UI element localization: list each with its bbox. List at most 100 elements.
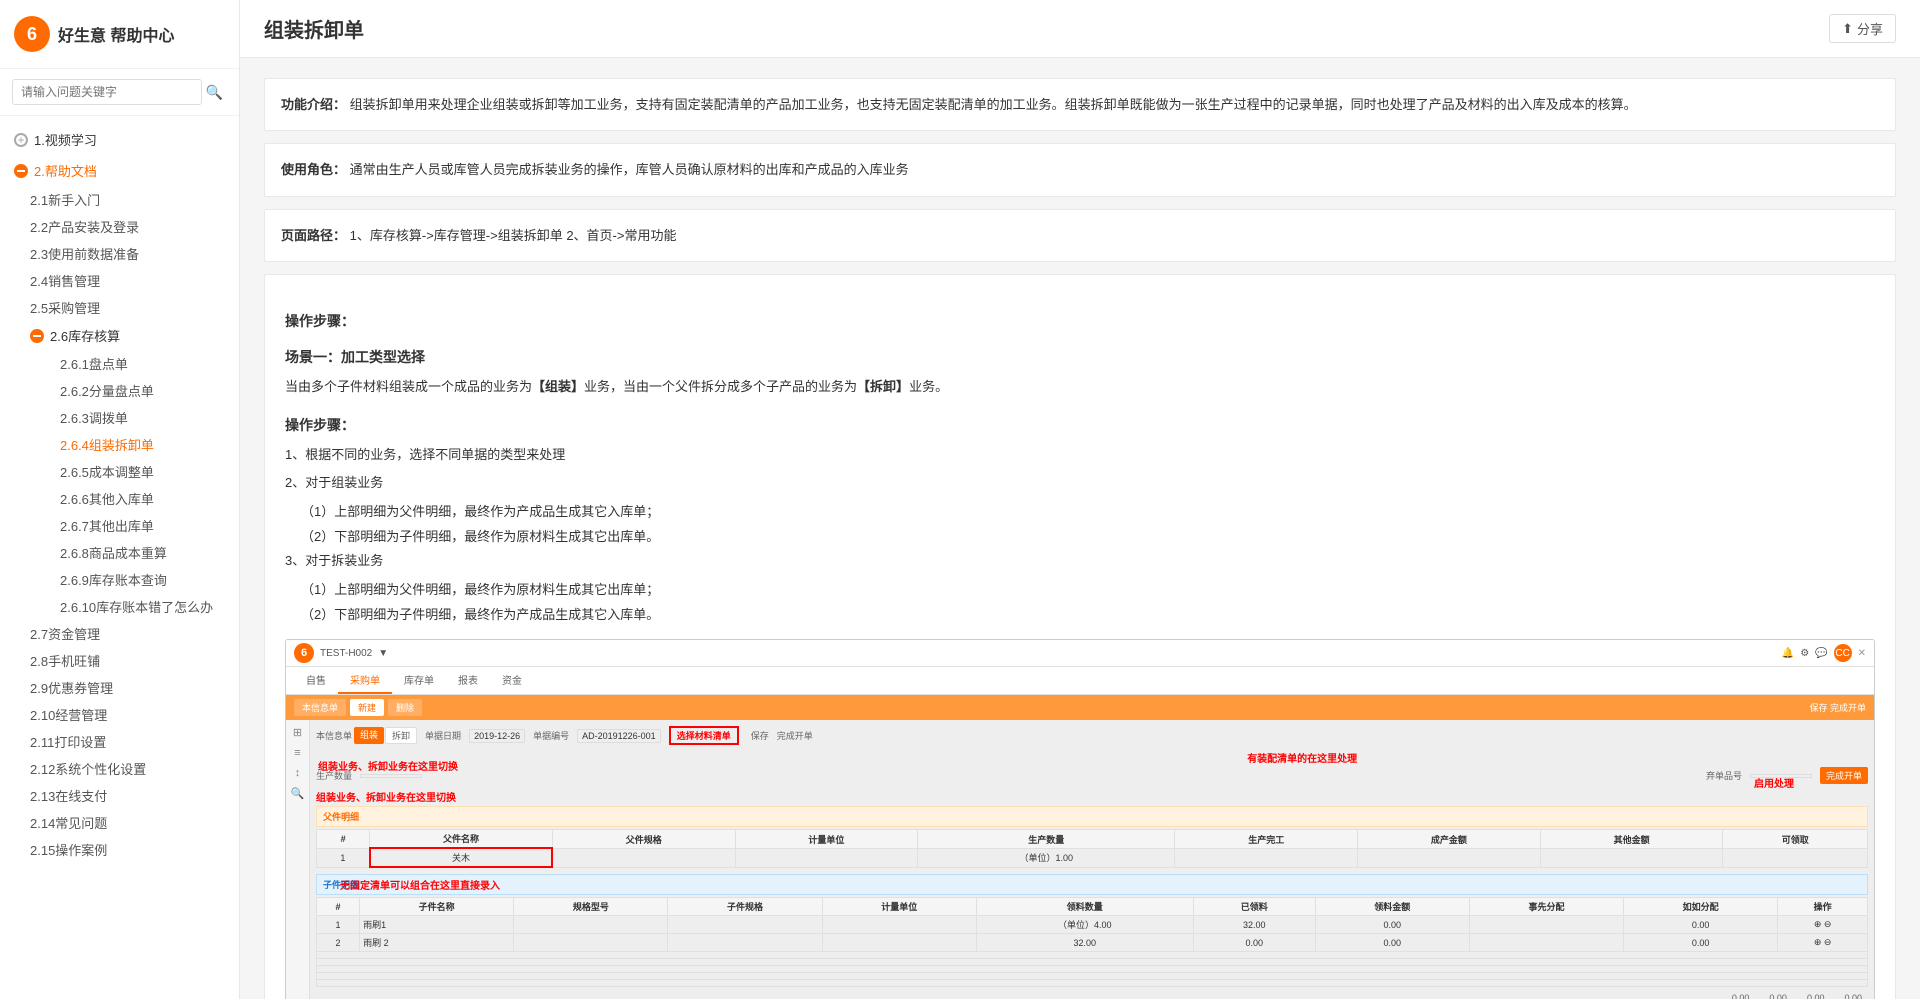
sim-tab-sales[interactable]: 自售	[294, 667, 338, 694]
sim-upper-td-other	[1540, 848, 1723, 867]
sidebar-item-transfer[interactable]: 2.6.3调拨单	[60, 404, 239, 431]
sim-qty-input[interactable]	[360, 774, 422, 778]
sidebar-item-partial-stocktake[interactable]: 2.6.2分量盘点单	[60, 377, 239, 404]
page-path-text: 1、库存核算->库存管理->组装拆卸单 2、首页->常用功能	[350, 228, 677, 243]
sim-lower-td-1-prealloc	[1469, 916, 1623, 934]
sim-upper-th-amount: 成产金额	[1358, 830, 1541, 849]
sim-save-btn[interactable]: 保存	[751, 729, 769, 742]
main-area: 组装拆卸单 ⬆ 分享 功能介绍： 组装拆卸单用来处理企业组装或拆卸等加工业务，支…	[240, 0, 1920, 999]
search-button[interactable]: 🔍	[202, 84, 227, 101]
sim-warehouse-select-btn[interactable]: 选择材料清单	[669, 726, 739, 745]
sim-tab-inventory[interactable]: 库存单	[392, 667, 446, 694]
sim-bottom-totals: 0.00 0.00 0.00 0.00	[316, 989, 1868, 999]
sim-icon-notification: 🔔	[1782, 648, 1794, 659]
sim-lower-th-num: #	[317, 898, 360, 916]
page-path-section: 页面路径： 1、库存核算->库存管理->组装拆卸单 2、首页->常用功能	[264, 209, 1896, 262]
sidebar-item-ledger-fix[interactable]: 2.6.10库存账本错了怎么办	[60, 593, 239, 620]
sim-lower-th-prealloc: 事先分配	[1469, 898, 1623, 916]
sim-tab-purchase[interactable]: 采购单	[338, 667, 392, 694]
sidebar-item-print[interactable]: 2.11打印设置	[30, 728, 239, 755]
sim-lower-row-5	[317, 966, 1868, 973]
sim-upper-th-qty: 生产数量	[918, 830, 1175, 849]
sim-apply-btn[interactable]: 完成开单	[1820, 767, 1868, 784]
sim-lower-row-3	[317, 952, 1868, 959]
sim-lower-td-1-issued: 32.00	[1193, 916, 1315, 934]
sim-upper-th-available: 可领取	[1723, 830, 1868, 849]
sim-lower-td-2-num: 2	[317, 934, 360, 952]
sim-tab-finance[interactable]: 资金	[490, 667, 534, 694]
sim-lower-table: # 子件名称 规格型号 子件规格 计量单位 领料数量 已领料 领料金额 事先分配	[316, 897, 1868, 987]
sidebar-item-stocktake[interactable]: 2.6.1盘点单	[60, 350, 239, 377]
sim-upper-td-amount	[1358, 848, 1541, 867]
sidebar-sub-inventory: 2.6.1盘点单 2.6.2分量盘点单 2.6.3调拨单 2.6.4组装拆卸单 …	[30, 350, 239, 620]
sim-lower-td-1-num: 1	[317, 916, 360, 934]
sidebar-item-mobile[interactable]: 2.8手机旺铺	[30, 647, 239, 674]
step3: 3、对于拆装业务	[285, 549, 1875, 574]
sidebar-item-faq[interactable]: 2.14常见问题	[30, 809, 239, 836]
sim-type-disassembly[interactable]: 拆卸	[385, 727, 417, 744]
main-content: 功能介绍： 组装拆卸单用来处理企业组装或拆卸等加工业务，支持有固定装配清单的产品…	[240, 58, 1920, 999]
step2: 2、对于组装业务	[285, 471, 1875, 496]
sim-lower-td-1-amount: 0.00	[1315, 916, 1469, 934]
sidebar-item-cost-recalc[interactable]: 2.6.8商品成本重算	[60, 539, 239, 566]
sim-btn-new[interactable]: 新建	[350, 699, 384, 716]
sidebar-item-ledger-query[interactable]: 2.6.9库存账本查询	[60, 566, 239, 593]
sim-upper-td-spec	[552, 848, 735, 867]
sidebar-item-purchase[interactable]: 2.5采购管理	[30, 294, 239, 321]
sim-total-2: 0.00	[1769, 993, 1787, 999]
feature-intro-text: 组装拆卸单用来处理企业组装或拆卸等加工业务，支持有固定装配清单的产品加工业务，也…	[350, 97, 1637, 112]
share-label: 分享	[1857, 19, 1883, 38]
feature-intro-label: 功能介绍：	[281, 97, 346, 112]
sidebar-item-cost-adjust[interactable]: 2.6.5成本调整单	[60, 458, 239, 485]
sidebar-nav: 1.视频学习 2.帮助文档 2.1新手入门 2.2产品安装及登录 2.3使用前数…	[0, 116, 239, 999]
sim-lower-td-2-unit	[822, 934, 976, 952]
sidebar-item-dataprep[interactable]: 2.3使用前数据准备	[30, 240, 239, 267]
sidebar-item-assembly[interactable]: 2.6.4组装拆卸单	[60, 431, 239, 458]
sidebar-item-cases[interactable]: 2.15操作案例	[30, 836, 239, 863]
scenario1-steps-title: 操作步骤：	[285, 415, 1875, 435]
sidebar-item-payment[interactable]: 2.13在线支付	[30, 782, 239, 809]
sidebar-item-help-docs[interactable]: 2.帮助文档	[0, 155, 239, 186]
sidebar-item-label: 2.6库存核算	[50, 326, 120, 345]
sim-lower-td-1-reqqty: （单位）4.00	[976, 916, 1193, 934]
sim-side-icon-2: ≡	[294, 747, 300, 759]
sim-upper-th-other: 其他金额	[1540, 830, 1723, 849]
main-header: 组装拆卸单 ⬆ 分享	[240, 0, 1920, 58]
sidebar-item-other-outbound[interactable]: 2.6.7其他出库单	[60, 512, 239, 539]
sim-lower-td-2-name: 雨刷 2	[360, 934, 514, 952]
sidebar-item-management[interactable]: 2.10经营管理	[30, 701, 239, 728]
sim-order-value[interactable]: AD-20191226-001	[577, 729, 661, 743]
sim-enable-input[interactable]	[1750, 774, 1812, 778]
sidebar-item-sales[interactable]: 2.4销售管理	[30, 267, 239, 294]
sidebar-item-coupon[interactable]: 2.9优惠券管理	[30, 674, 239, 701]
sidebar-item-customize[interactable]: 2.12系统个性化设置	[30, 755, 239, 782]
sidebar-item-newuser[interactable]: 2.1新手入门	[30, 186, 239, 213]
sim-upper-td-name[interactable]: 关木	[370, 848, 553, 867]
sim-date-value[interactable]: 2019-12-26	[469, 729, 525, 743]
sidebar-item-other-inbound[interactable]: 2.6.6其他入库单	[60, 485, 239, 512]
disassembly-step2: （2）下部明细为子件明细，最终作为产成品生成其它入库单。	[285, 603, 1875, 628]
sim-icon-settings: ⚙	[1800, 648, 1809, 659]
sim-finish-btn[interactable]: 完成开单	[777, 729, 813, 742]
sidebar-logo: 6 好生意 帮助中心	[0, 0, 239, 69]
sim-lower-row-2: 2 雨刷 2 32.00 0.00 0.00 0.00	[317, 934, 1868, 952]
search-input[interactable]	[12, 79, 202, 105]
sim-btn-delete[interactable]: 删除	[388, 699, 422, 716]
sim-lower-td-2-amount: 0.00	[1315, 934, 1469, 952]
share-button[interactable]: ⬆ 分享	[1829, 14, 1896, 43]
annotation-label-2: 组装业务、拆卸业务在这里切换	[316, 789, 1868, 804]
sidebar-sub-help-docs: 2.1新手入门 2.2产品安装及登录 2.3使用前数据准备 2.4销售管理 2.…	[0, 186, 239, 863]
sim-lower-td-2-prealloc	[1469, 934, 1623, 952]
sim-upper-td-num: 1	[317, 848, 370, 867]
sim-tab-reports[interactable]: 报表	[446, 667, 490, 694]
sidebar-item-finance[interactable]: 2.7资金管理	[30, 620, 239, 647]
sim-type-assembly[interactable]: 组装	[354, 727, 384, 744]
sim-lower-td-1-spec	[514, 916, 668, 934]
sim-lower-td-2-ops: ⊕ ⊖	[1778, 934, 1868, 952]
sim-type-options: 组装 拆卸	[354, 727, 417, 744]
sidebar-item-install[interactable]: 2.2产品安装及登录	[30, 213, 239, 240]
sim-upper-table-title: 父件明细	[316, 806, 1868, 827]
sim-btn-info[interactable]: 本信息单	[294, 699, 346, 716]
sidebar-item-inventory[interactable]: 2.6库存核算	[30, 321, 239, 350]
sidebar-item-video-learning[interactable]: 1.视频学习	[0, 124, 239, 155]
